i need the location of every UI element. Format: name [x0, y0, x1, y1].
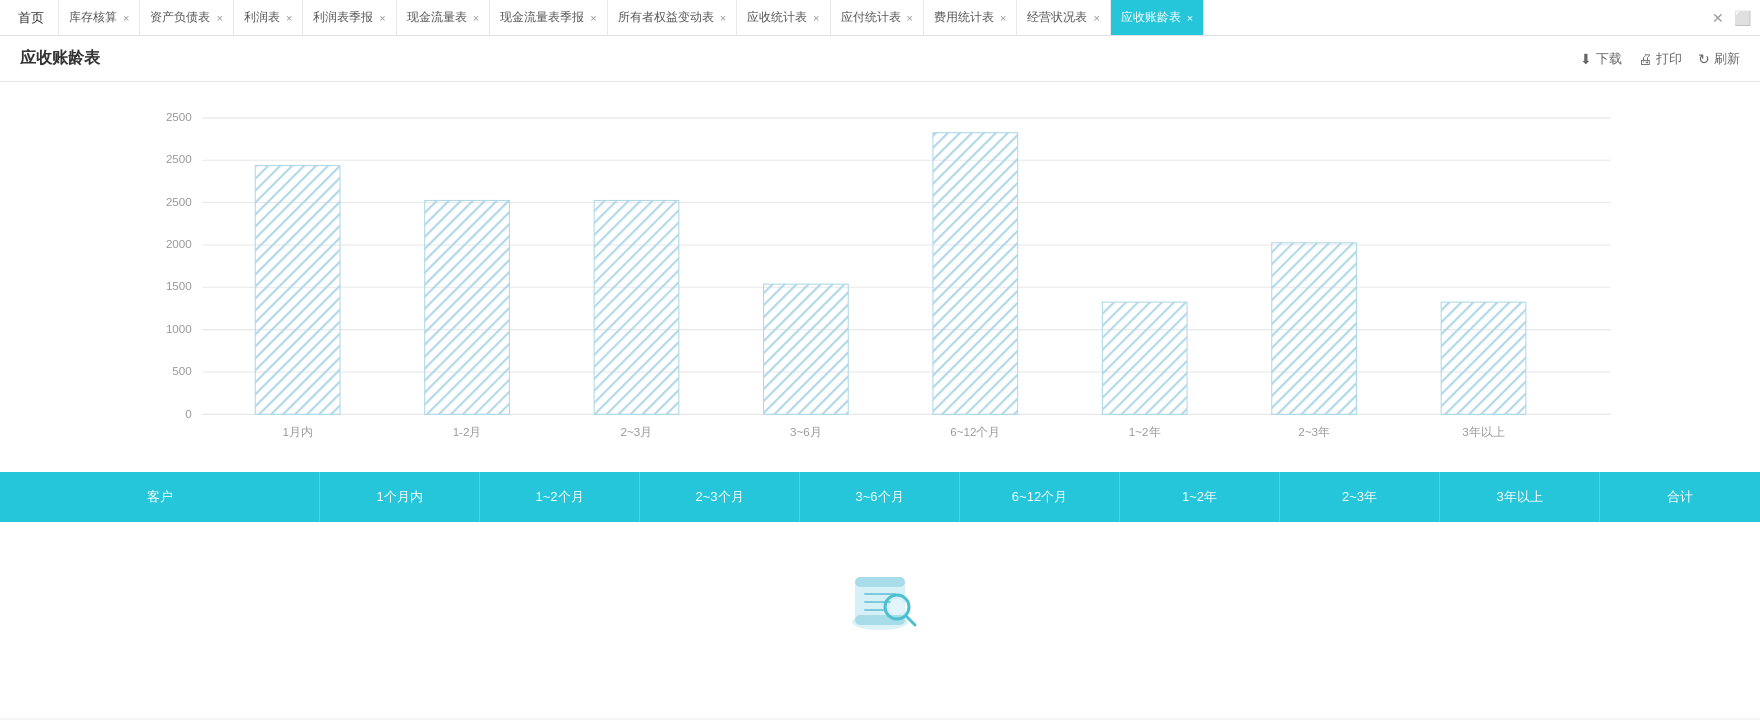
col-1-2years: 1~2年 [1120, 472, 1280, 522]
page-header: 应收账龄表 ⬇ 下载 🖨 打印 ↻ 刷新 [0, 36, 1760, 82]
bar-1-2年 [1102, 302, 1187, 414]
tab-profit-quarterly[interactable]: 利润表季报 × [303, 0, 396, 36]
window-controls: ✕ ⬜ [1710, 10, 1756, 26]
tab-receivable-stats[interactable]: 应收统计表 × [737, 0, 830, 36]
tab-equity[interactable]: 所有者权益变动表 × [608, 0, 737, 36]
svg-text:3年以上: 3年以上 [1462, 425, 1504, 438]
tab-close-icon[interactable]: × [216, 12, 222, 24]
bar-2-3年 [1272, 243, 1357, 415]
tab-close-icon[interactable]: × [379, 12, 385, 24]
bar-1月内 [255, 166, 340, 415]
download-icon: ⬇ [1580, 51, 1592, 67]
bar-2-3月 [594, 200, 679, 414]
bar-3-6月 [764, 284, 849, 414]
tab-close-icon[interactable]: × [286, 12, 292, 24]
maximize-window-button[interactable]: ⬜ [1734, 10, 1750, 26]
tab-operations[interactable]: 经营状况表 × [1017, 0, 1110, 36]
refresh-button[interactable]: ↻ 刷新 [1698, 50, 1740, 68]
tab-close-icon[interactable]: × [720, 12, 726, 24]
svg-text:0: 0 [185, 407, 192, 420]
download-button[interactable]: ⬇ 下载 [1580, 50, 1622, 68]
print-icon: 🖨 [1638, 51, 1652, 67]
tab-home[interactable]: 首页 [4, 0, 59, 36]
svg-text:2500: 2500 [166, 152, 192, 165]
svg-text:2500: 2500 [166, 110, 192, 123]
svg-text:500: 500 [172, 364, 192, 377]
tab-close-icon[interactable]: × [1187, 12, 1193, 24]
chart-svg: 2500 2500 2500 2000 1500 1000 500 0 [30, 102, 1730, 462]
svg-text:1500: 1500 [166, 279, 192, 292]
svg-text:2~3月: 2~3月 [621, 425, 653, 438]
empty-illustration [835, 552, 925, 642]
tab-balance-sheet[interactable]: 资产负债表 × [140, 0, 233, 36]
bar-1-2月 [425, 200, 510, 414]
empty-state [0, 522, 1760, 702]
col-2-3months: 2~3个月 [640, 472, 800, 522]
col-3-6months: 3~6个月 [800, 472, 960, 522]
chart-container: 2500 2500 2500 2000 1500 1000 500 0 [0, 82, 1760, 472]
bar-3年以上 [1441, 302, 1526, 414]
close-window-button[interactable]: ✕ [1710, 10, 1726, 26]
svg-text:1000: 1000 [166, 322, 192, 335]
table-header: 客户 1个月内 1~2个月 2~3个月 3~6个月 6~12个月 1~2年 2~… [0, 472, 1760, 522]
col-total: 合计 [1600, 472, 1760, 522]
tab-close-icon[interactable]: × [907, 12, 913, 24]
tab-close-icon[interactable]: × [1000, 12, 1006, 24]
col-3plus-years: 3年以上 [1440, 472, 1600, 522]
tab-close-icon[interactable]: × [123, 12, 129, 24]
svg-text:3~6月: 3~6月 [790, 425, 822, 438]
tab-close-icon[interactable]: × [473, 12, 479, 24]
home-tab-label: 首页 [18, 9, 44, 27]
tab-cashflow-quarterly[interactable]: 现金流量表季报 × [490, 0, 607, 36]
header-actions: ⬇ 下载 🖨 打印 ↻ 刷新 [1580, 50, 1740, 68]
tab-aging[interactable]: 应收账龄表 × [1111, 0, 1204, 36]
print-button[interactable]: 🖨 打印 [1638, 50, 1682, 68]
tab-payable-stats[interactable]: 应付统计表 × [831, 0, 924, 36]
tab-bar: 首页 库存核算 × 资产负债表 × 利润表 × 利润表季报 × 现金流量表 × … [0, 0, 1760, 36]
svg-text:1月内: 1月内 [282, 425, 312, 438]
svg-text:2500: 2500 [166, 195, 192, 208]
tab-profit[interactable]: 利润表 × [234, 0, 303, 36]
col-1-2months: 1~2个月 [480, 472, 640, 522]
col-1month: 1个月内 [320, 472, 480, 522]
page-title: 应收账龄表 [20, 48, 100, 69]
svg-text:2000: 2000 [166, 237, 192, 250]
svg-text:2~3年: 2~3年 [1298, 425, 1330, 438]
col-6-12months: 6~12个月 [960, 472, 1120, 522]
col-customer: 客户 [0, 472, 320, 522]
tab-cashflow[interactable]: 现金流量表 × [397, 0, 490, 36]
svg-point-34 [889, 599, 905, 615]
tab-close-icon[interactable]: × [813, 12, 819, 24]
svg-text:1-2月: 1-2月 [453, 425, 482, 438]
tab-inventory[interactable]: 库存核算 × [59, 0, 140, 36]
refresh-icon: ↻ [1698, 51, 1710, 67]
tab-expense-stats[interactable]: 费用统计表 × [924, 0, 1017, 36]
bar-6-12月 [933, 133, 1018, 415]
svg-text:1~2年: 1~2年 [1129, 425, 1161, 438]
svg-text:6~12个月: 6~12个月 [950, 425, 1000, 438]
tab-close-icon[interactable]: × [590, 12, 596, 24]
tab-close-icon[interactable]: × [1093, 12, 1099, 24]
main-content: 2500 2500 2500 2000 1500 1000 500 0 [0, 82, 1760, 718]
col-2-3years: 2~3年 [1280, 472, 1440, 522]
svg-rect-27 [855, 577, 905, 587]
